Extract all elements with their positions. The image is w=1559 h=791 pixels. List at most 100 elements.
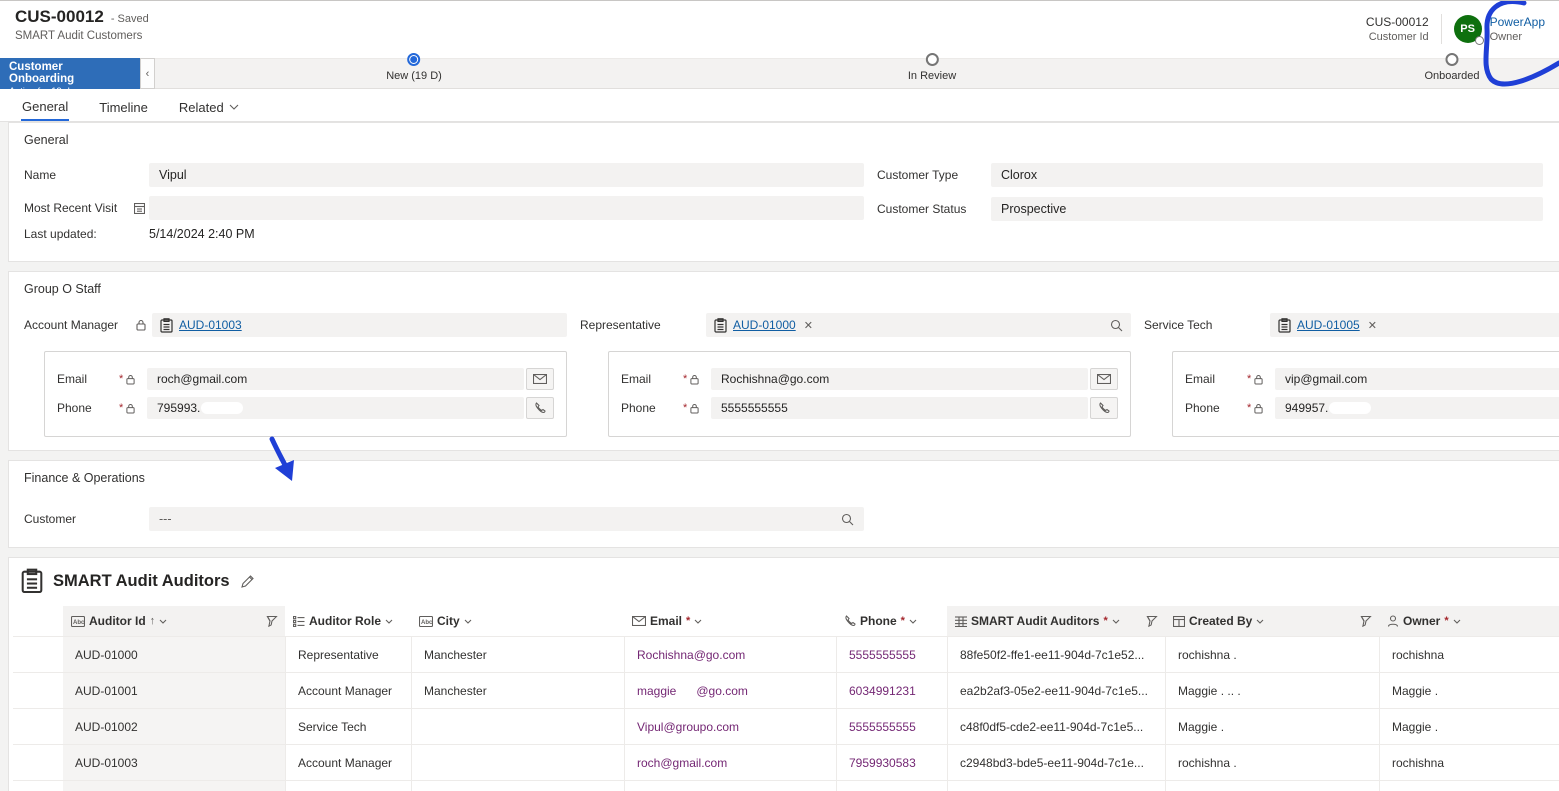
cell-created-by[interactable]: Maggie . .. . xyxy=(1165,672,1379,708)
cell-guid[interactable]: 88fe50f2-ffe1-ee11-904d-7c1e52... xyxy=(947,636,1165,672)
lookup-search-button[interactable] xyxy=(1110,319,1123,332)
cell-owner[interactable]: rochishna . xyxy=(1379,780,1559,791)
cell-city[interactable] xyxy=(411,744,624,780)
search-icon[interactable] xyxy=(841,513,854,526)
cell-auditor-id[interactable]: AUD-01000 xyxy=(63,636,285,672)
bpf-stage-in-review[interactable]: In Review xyxy=(908,53,956,82)
cell-owner[interactable]: rochishna xyxy=(1379,636,1559,672)
column-header-owner[interactable]: Owner * xyxy=(1379,606,1559,636)
column-header-created-by[interactable]: Created By xyxy=(1165,606,1379,636)
cell-guid[interactable]: c48f0df5-cde2-ee11-904d-7c1e5... xyxy=(947,708,1165,744)
cell-email[interactable]: vip@gmail.com xyxy=(624,780,836,791)
cell-auditor-id[interactable]: AUD-01002 xyxy=(63,708,285,744)
cell-guid[interactable]: aeb09ef6-bde5-ee11-904d-7c1e5... xyxy=(947,780,1165,791)
cell-created-by[interactable]: rochishna . xyxy=(1165,744,1379,780)
cell-auditor-role[interactable]: Service Tech xyxy=(285,780,411,791)
tab-related[interactable]: Related xyxy=(178,89,240,121)
cell-phone[interactable]: 6034991231 xyxy=(836,672,947,708)
cell-guid[interactable]: c2948bd3-bde5-ee11-904d-7c1e... xyxy=(947,744,1165,780)
cell-owner[interactable]: Maggie . xyxy=(1379,708,1559,744)
staff-column-account-manager: Account Manager AUD-01003 xyxy=(16,313,567,437)
customer-status-input[interactable]: Prospective xyxy=(991,197,1543,221)
svg-text:Abc: Abc xyxy=(421,620,433,626)
field-phone: Phone * 5555555555 xyxy=(621,397,1118,419)
row-gutter[interactable] xyxy=(13,744,41,780)
cell-auditor-id[interactable]: AUD-01003 xyxy=(63,744,285,780)
bpf-collapse-button[interactable]: ‹ xyxy=(140,58,155,89)
row-gutter[interactable] xyxy=(13,672,41,708)
filter-icon[interactable] xyxy=(264,615,279,627)
email-input[interactable]: roch@gmail.com xyxy=(147,368,524,390)
email-input[interactable]: Rochishna@go.com xyxy=(711,368,1088,390)
lookup-record-link[interactable]: AUD-01000 xyxy=(733,318,796,332)
cell-auditor-role[interactable]: Account Manager xyxy=(285,744,411,780)
customer-lookup-input[interactable]: --- xyxy=(149,507,864,531)
row-gutter[interactable] xyxy=(13,708,41,744)
owner-avatar[interactable]: PS xyxy=(1454,15,1482,43)
cell-created-by[interactable]: rochishna . xyxy=(1165,636,1379,672)
column-header-auditor-id[interactable]: Abc Auditor Id ↑ xyxy=(63,606,285,636)
cell-email[interactable]: Vipul@groupo.com xyxy=(624,708,836,744)
edit-pencil-icon[interactable] xyxy=(240,574,255,589)
cell-city[interactable]: Manchester xyxy=(411,636,624,672)
filter-icon[interactable] xyxy=(1144,615,1159,627)
stage-radio-active-icon[interactable] xyxy=(408,53,421,66)
email-input[interactable]: vip@gmail.com xyxy=(1275,368,1559,390)
column-header-email[interactable]: Email * xyxy=(624,606,836,636)
bpf-stage-onboarded[interactable]: Onboarded xyxy=(1424,53,1479,82)
remove-record-icon[interactable]: ✕ xyxy=(1368,319,1377,332)
cell-city[interactable] xyxy=(411,780,624,791)
stage-radio-icon[interactable] xyxy=(925,53,938,66)
cell-city[interactable] xyxy=(411,708,624,744)
phone-input[interactable]: 795993. xyxy=(147,397,524,419)
filter-icon[interactable] xyxy=(1358,615,1373,627)
lookup-record-link[interactable]: AUD-01003 xyxy=(179,318,242,332)
phone-input[interactable]: 5555555555 xyxy=(711,397,1088,419)
customer-type-input[interactable]: Clorox xyxy=(991,163,1543,187)
cell-auditor-id[interactable]: AUD-01005 xyxy=(63,780,285,791)
cell-phone[interactable]: 7959930583 xyxy=(836,744,947,780)
call-phone-button[interactable] xyxy=(1090,397,1118,419)
name-input[interactable]: Vipul xyxy=(149,163,864,187)
cell-guid[interactable]: ea2b2af3-05e2-ee11-904d-7c1e5... xyxy=(947,672,1165,708)
cell-auditor-role[interactable]: Representative xyxy=(285,636,411,672)
row-gutter[interactable] xyxy=(13,780,41,791)
column-header-city[interactable]: Abc City xyxy=(411,606,624,636)
cell-phone[interactable]: 5555555555 xyxy=(836,708,947,744)
cell-owner[interactable]: rochishna xyxy=(1379,744,1559,780)
cell-email[interactable]: roch@gmail.com xyxy=(624,744,836,780)
send-email-button[interactable] xyxy=(1090,368,1118,390)
most-recent-visit-input[interactable] xyxy=(149,196,864,220)
cell-auditor-id[interactable]: AUD-01001 xyxy=(63,672,285,708)
row-gutter[interactable] xyxy=(13,636,41,672)
column-header-auditor-role[interactable]: Auditor Role xyxy=(285,606,411,636)
column-header-smart-audit-auditors[interactable]: SMART Audit Auditors * xyxy=(947,606,1165,636)
owner-name-link[interactable]: PowerApp xyxy=(1490,15,1545,29)
cell-email[interactable]: Rochishna@go.com xyxy=(624,636,836,672)
column-header-phone[interactable]: Phone * xyxy=(836,606,947,636)
representative-lookup[interactable]: AUD-01000 ✕ xyxy=(706,313,1131,337)
service-tech-lookup[interactable]: AUD-01005 ✕ xyxy=(1270,313,1559,337)
cell-city[interactable]: Manchester xyxy=(411,672,624,708)
cell-created-by[interactable]: rochishna xyxy=(1165,780,1379,791)
cell-phone[interactable]: 9499577245 xyxy=(836,780,947,791)
cell-email[interactable]: maggie @go.com xyxy=(624,672,836,708)
cell-auditor-role[interactable]: Account Manager xyxy=(285,672,411,708)
bpf-active-stage-box[interactable]: Customer Onboarding Active for 19 days xyxy=(0,58,140,89)
bpf-stage-new[interactable]: New (19 D) xyxy=(386,53,442,82)
phone-input[interactable]: 949957. xyxy=(1275,397,1559,419)
chevron-down-icon xyxy=(1453,619,1461,624)
envelope-icon xyxy=(1097,374,1111,384)
owner-field[interactable]: PS PowerApp Owner xyxy=(1454,15,1545,43)
call-phone-button[interactable] xyxy=(526,397,554,419)
cell-created-by[interactable]: Maggie . xyxy=(1165,708,1379,744)
send-email-button[interactable] xyxy=(526,368,554,390)
cell-phone[interactable]: 5555555555 xyxy=(836,636,947,672)
cell-owner[interactable]: Maggie . xyxy=(1379,672,1559,708)
cell-auditor-role[interactable]: Service Tech xyxy=(285,708,411,744)
remove-record-icon[interactable]: ✕ xyxy=(804,319,813,332)
chevron-down-icon xyxy=(694,619,702,624)
account-manager-lookup[interactable]: AUD-01003 xyxy=(152,313,567,337)
stage-radio-icon[interactable] xyxy=(1445,53,1458,66)
lookup-record-link[interactable]: AUD-01005 xyxy=(1297,318,1360,332)
